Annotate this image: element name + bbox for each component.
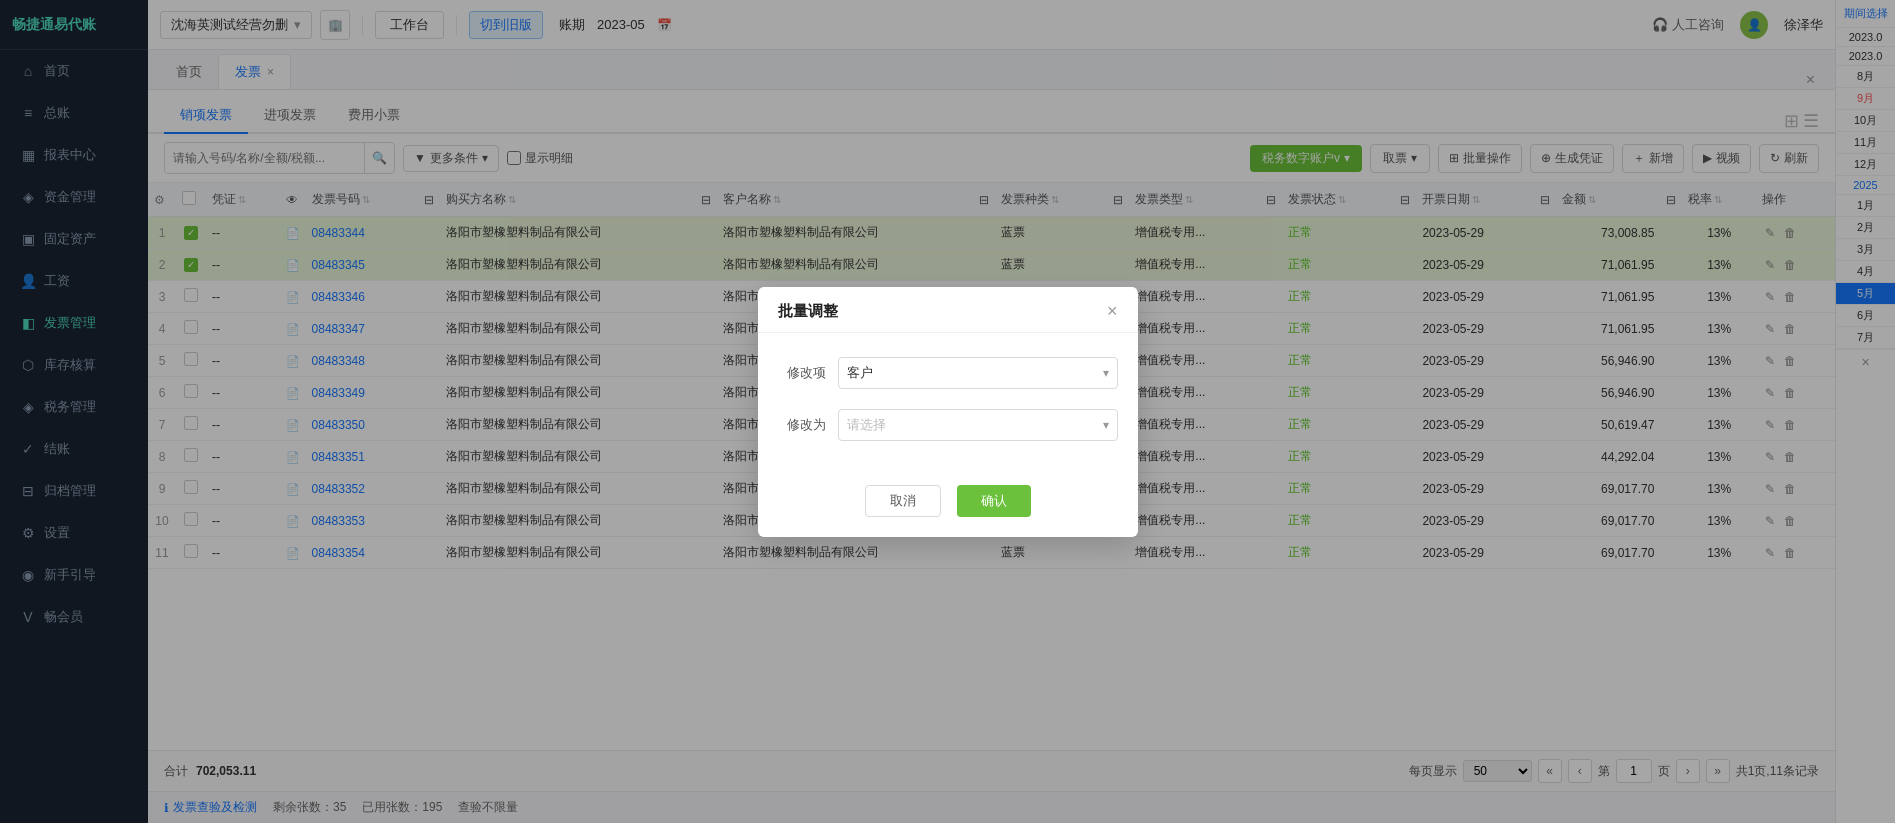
modify-to-select[interactable]: 请选择 ▾ <box>838 409 1118 441</box>
cancel-button[interactable]: 取消 <box>865 485 941 517</box>
modal-footer: 取消 确认 <box>758 477 1138 537</box>
modal-close-button[interactable]: × <box>1107 301 1118 322</box>
modal-row-modify-to: 修改为 请选择 ▾ <box>778 409 1118 441</box>
modal-title: 批量调整 <box>778 302 838 321</box>
modify-item-select[interactable]: 客户 ▾ <box>838 357 1118 389</box>
modify-item-value: 客户 <box>847 364 873 382</box>
modal-overlay: 批量调整 × 修改项 客户 ▾ 修改为 请选择 ▾ 取消 确认 <box>0 0 1895 823</box>
batch-adjust-modal: 批量调整 × 修改项 客户 ▾ 修改为 请选择 ▾ 取消 确认 <box>758 287 1138 537</box>
confirm-button[interactable]: 确认 <box>957 485 1031 517</box>
modal-body: 修改项 客户 ▾ 修改为 请选择 ▾ <box>758 333 1138 477</box>
modal-header: 批量调整 × <box>758 287 1138 333</box>
modal-row-modify-item: 修改项 客户 ▾ <box>778 357 1118 389</box>
modify-to-arrow-icon: ▾ <box>1103 418 1109 432</box>
modify-item-arrow-icon: ▾ <box>1103 366 1109 380</box>
modify-to-placeholder: 请选择 <box>847 416 886 434</box>
modify-item-label: 修改项 <box>778 364 826 382</box>
modify-to-label: 修改为 <box>778 416 826 434</box>
